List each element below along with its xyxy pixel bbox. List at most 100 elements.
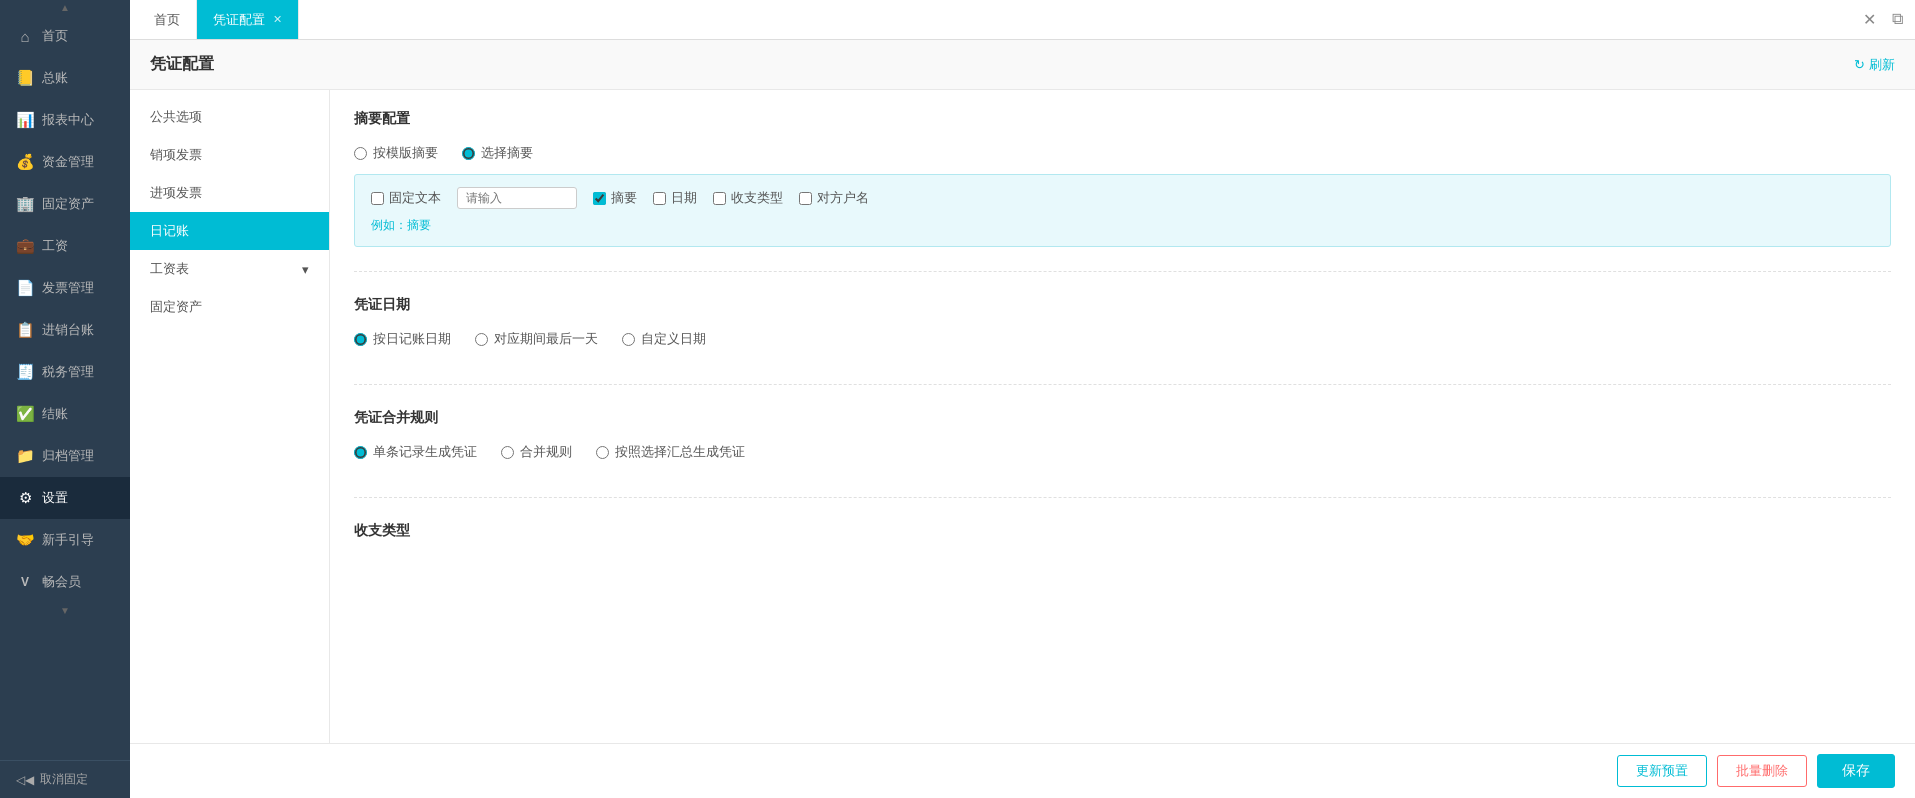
- salary-icon: 💼: [16, 237, 34, 255]
- vip-icon: V: [16, 575, 34, 589]
- settlement-icon: ✅: [16, 405, 34, 423]
- fixed-text-checkbox-label[interactable]: 固定文本: [371, 189, 441, 207]
- merge-rules-radio[interactable]: [501, 446, 514, 459]
- sidebar-item-sales-ledger[interactable]: 📋 进销台账: [0, 309, 130, 351]
- save-button[interactable]: 保存: [1817, 754, 1895, 788]
- sidebar-item-tax[interactable]: 🧾 税务管理: [0, 351, 130, 393]
- fixed-text-input[interactable]: [457, 187, 577, 209]
- abstract-checkbox[interactable]: [593, 192, 606, 205]
- sidebar-item-settlement[interactable]: ✅ 结账: [0, 393, 130, 435]
- tab-close-icon[interactable]: ✕: [273, 13, 282, 26]
- merge-rules-section: 凭证合并规则 单条记录生成凭证 合并规则 按照选择汇总生成凭证: [354, 409, 1891, 498]
- template-abstract-radio[interactable]: [354, 147, 367, 160]
- voucher-date-section: 凭证日期 按日记账日期 对应期间最后一天 自定义日期: [354, 296, 1891, 385]
- last-due-date-radio[interactable]: [475, 333, 488, 346]
- sidebar-item-ledger[interactable]: 📒 总账: [0, 57, 130, 99]
- sidebar-unpin-button[interactable]: ◁◀ 取消固定: [0, 760, 130, 798]
- sidebar-scroll-down[interactable]: ▼: [0, 603, 130, 618]
- fixed-text-checkbox[interactable]: [371, 192, 384, 205]
- content-wrapper: 凭证配置 ↻ 刷新 公共选项 销项发票 进项发票 日记账: [130, 40, 1915, 798]
- by-journal-date-radio[interactable]: [354, 333, 367, 346]
- window-close-icon[interactable]: ✕: [1859, 10, 1880, 29]
- window-restore-icon[interactable]: ⧉: [1888, 10, 1907, 29]
- counterpart-checkbox-label[interactable]: 对方户名: [799, 189, 869, 207]
- left-nav-item-payroll[interactable]: 工资表 ▾: [130, 250, 329, 288]
- single-record-radio[interactable]: [354, 446, 367, 459]
- tab-home[interactable]: 首页: [138, 0, 197, 39]
- sidebar-item-home[interactable]: ⌂ 首页: [0, 15, 130, 57]
- counterpart-checkbox[interactable]: [799, 192, 812, 205]
- template-abstract-option[interactable]: 按模版摘要: [354, 144, 438, 162]
- left-nav-item-journal[interactable]: 日记账: [130, 212, 329, 250]
- abstract-section-title: 摘要配置: [354, 110, 1891, 128]
- archive-icon: 📁: [16, 447, 34, 465]
- date-checkbox[interactable]: [653, 192, 666, 205]
- example-text: 例如：摘要: [371, 217, 1874, 234]
- refresh-icon: ↻: [1854, 57, 1865, 72]
- main-area: 首页 凭证配置 ✕ ✕ ⧉ 凭证配置 ↻ 刷新 公共选项: [130, 0, 1915, 798]
- sidebar-item-vip[interactable]: V 畅会员: [0, 561, 130, 603]
- merge-rules-option[interactable]: 合并规则: [501, 443, 572, 461]
- type-checkbox[interactable]: [713, 192, 726, 205]
- funds-icon: 💰: [16, 153, 34, 171]
- assets-icon: 🏢: [16, 195, 34, 213]
- sidebar-item-assets[interactable]: 🏢 固定资产: [0, 183, 130, 225]
- select-abstract-radio[interactable]: [462, 147, 475, 160]
- tab-bar: 首页 凭证配置 ✕ ✕ ⧉: [130, 0, 1915, 40]
- type-checkbox-label[interactable]: 收支类型: [713, 189, 783, 207]
- abstract-radio-group: 按模版摘要 选择摘要: [354, 144, 1891, 162]
- tab-voucher-config[interactable]: 凭证配置 ✕: [197, 0, 299, 39]
- refresh-button[interactable]: ↻ 刷新: [1854, 56, 1895, 74]
- custom-date-option[interactable]: 自定义日期: [622, 330, 706, 348]
- right-content: 摘要配置 按模版摘要 选择摘要: [330, 90, 1915, 743]
- sales-ledger-icon: 📋: [16, 321, 34, 339]
- merge-rules-title: 凭证合并规则: [354, 409, 1891, 427]
- sidebar-item-archive[interactable]: 📁 归档管理: [0, 435, 130, 477]
- sidebar-item-settings[interactable]: ⚙ 设置: [0, 477, 130, 519]
- sidebar-item-salary[interactable]: 💼 工资: [0, 225, 130, 267]
- left-nav: 公共选项 销项发票 进项发票 日记账 工资表 ▾ 固定资产: [130, 90, 330, 743]
- sidebar-scroll-up[interactable]: ▲: [0, 0, 130, 15]
- home-icon: ⌂: [16, 28, 34, 45]
- invoice-mgmt-icon: 📄: [16, 279, 34, 297]
- checkbox-row: 固定文本 摘要 日期: [371, 187, 1874, 209]
- date-checkbox-label[interactable]: 日期: [653, 189, 697, 207]
- left-nav-item-fixed-assets[interactable]: 固定资产: [130, 288, 329, 326]
- select-merge-radio[interactable]: [596, 446, 609, 459]
- abstract-checkbox-label[interactable]: 摘要: [593, 189, 637, 207]
- abstract-section: 摘要配置 按模版摘要 选择摘要: [354, 110, 1891, 272]
- single-record-option[interactable]: 单条记录生成凭证: [354, 443, 477, 461]
- sidebar-item-invoice-mgmt[interactable]: 📄 发票管理: [0, 267, 130, 309]
- guide-icon: 🤝: [16, 531, 34, 549]
- batch-delete-button[interactable]: 批量删除: [1717, 755, 1807, 787]
- tab-bar-actions: ✕ ⧉: [1859, 10, 1907, 29]
- update-preview-button[interactable]: 更新预置: [1617, 755, 1707, 787]
- sidebar-item-funds[interactable]: 💰 资金管理: [0, 141, 130, 183]
- page-title: 凭证配置: [150, 54, 214, 75]
- ledger-icon: 📒: [16, 69, 34, 87]
- voucher-date-title: 凭证日期: [354, 296, 1891, 314]
- footer-bar: 更新预置 批量删除 保存: [130, 743, 1915, 798]
- voucher-date-radio-group: 按日记账日期 对应期间最后一天 自定义日期: [354, 330, 1891, 348]
- left-nav-item-purchase-invoice[interactable]: 进项发票: [130, 174, 329, 212]
- tax-icon: 🧾: [16, 363, 34, 381]
- chevron-down-icon: ▾: [302, 262, 309, 277]
- inner-layout: 公共选项 销项发票 进项发票 日记账 工资表 ▾ 固定资产: [130, 90, 1915, 743]
- left-nav-item-public[interactable]: 公共选项: [130, 98, 329, 136]
- income-type-title: 收支类型: [354, 522, 1891, 540]
- by-journal-date-option[interactable]: 按日记账日期: [354, 330, 451, 348]
- left-nav-item-sales-invoice[interactable]: 销项发票: [130, 136, 329, 174]
- abstract-options-box: 固定文本 摘要 日期: [354, 174, 1891, 247]
- reports-icon: 📊: [16, 111, 34, 129]
- page-header: 凭证配置 ↻ 刷新: [130, 40, 1915, 90]
- income-type-section: 收支类型: [354, 522, 1891, 580]
- custom-date-radio[interactable]: [622, 333, 635, 346]
- pin-icon: ◁◀: [16, 773, 34, 787]
- sidebar-item-guide[interactable]: 🤝 新手引导: [0, 519, 130, 561]
- select-abstract-option[interactable]: 选择摘要: [462, 144, 533, 162]
- sidebar-item-reports[interactable]: 📊 报表中心: [0, 99, 130, 141]
- sidebar: ▲ ⌂ 首页 📒 总账 📊 报表中心 💰 资金管理 🏢 固定资产 💼 工资 📄 …: [0, 0, 130, 798]
- merge-rules-radio-group: 单条记录生成凭证 合并规则 按照选择汇总生成凭证: [354, 443, 1891, 461]
- last-due-date-option[interactable]: 对应期间最后一天: [475, 330, 598, 348]
- select-merge-option[interactable]: 按照选择汇总生成凭证: [596, 443, 745, 461]
